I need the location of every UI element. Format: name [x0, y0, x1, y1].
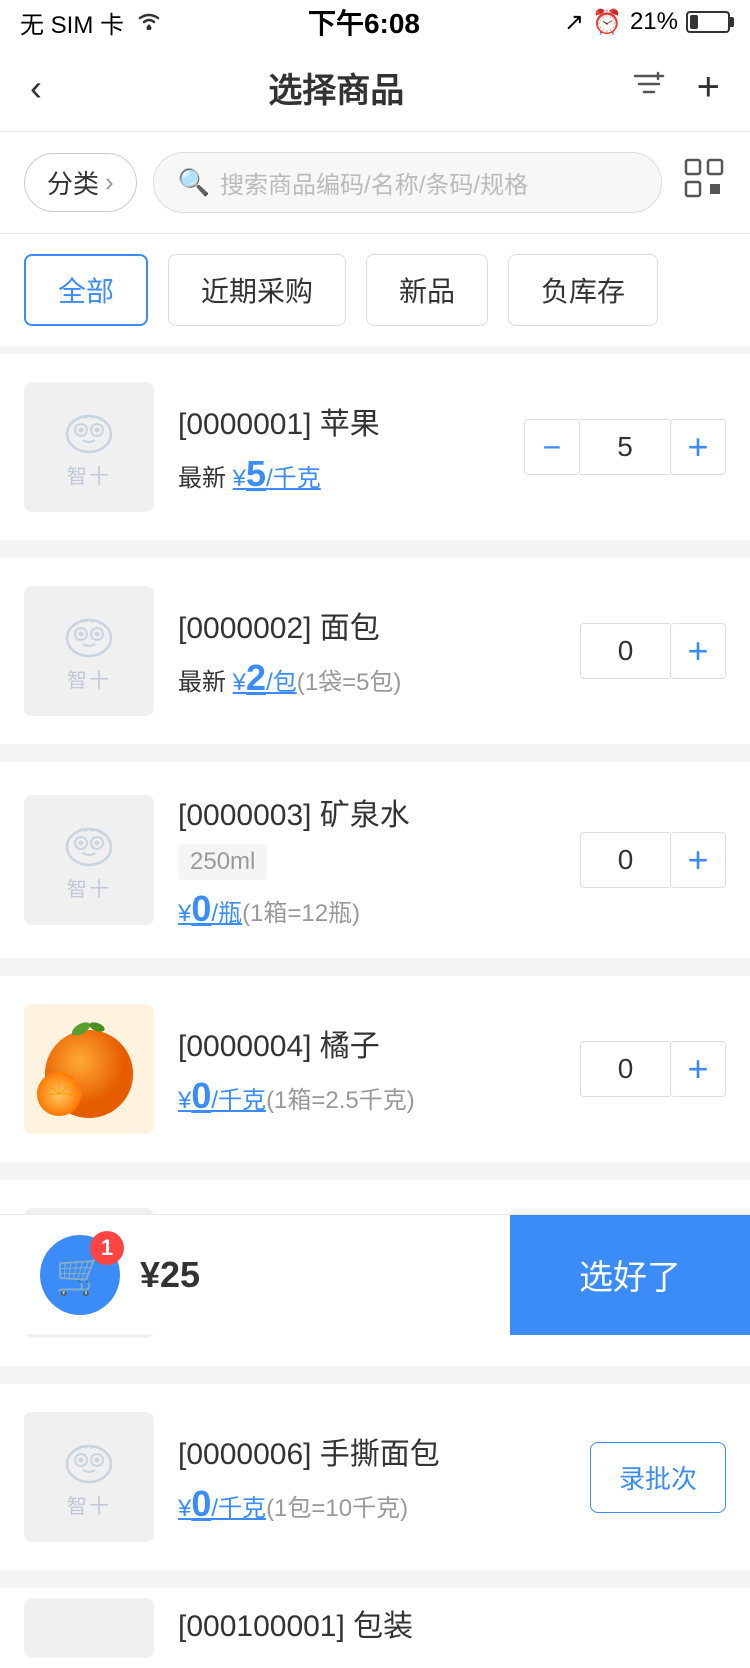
category-chevron: › [105, 167, 114, 198]
bottom-bar: 🛒 1 ¥25 选好了 [0, 1214, 750, 1334]
battery-percent: 21% [630, 8, 678, 36]
confirm-button[interactable]: 选好了 [510, 1215, 750, 1335]
qty-plus-0000001[interactable]: + [670, 419, 726, 475]
separator-6 [0, 1572, 750, 1588]
orange-image [29, 1009, 149, 1129]
product-price-0000001: 最新 ¥5/千克 [178, 453, 500, 495]
nav-bar: ‹ 选择商品 + [0, 44, 750, 132]
qty-input-0000003[interactable] [580, 832, 670, 888]
tab-recent-label: 近期采购 [201, 276, 313, 307]
qty-plus-0000003[interactable]: + [670, 832, 726, 888]
tabs-row: 全部 近期采购 新品 负库存 [0, 234, 750, 354]
qty-input-0000001[interactable] [580, 419, 670, 475]
status-bar: 无 SIM 卡 下午6:08 ↗ ⏰ 21% [0, 0, 750, 44]
wifi-icon [134, 8, 164, 37]
time-label: 下午6:08 [308, 2, 420, 42]
owl-brand-text: 智十 [67, 460, 111, 489]
qty-control-0000002: + [580, 623, 726, 679]
cart-badge: 1 [90, 1231, 124, 1265]
product-name-0000001: [0000001] 苹果 [178, 399, 500, 443]
separator-5 [0, 1368, 750, 1384]
qty-plus-0000002[interactable]: + [670, 623, 726, 679]
separator-1 [0, 542, 750, 558]
tab-new-label: 新品 [399, 276, 455, 307]
category-button[interactable]: 分类 › [24, 153, 137, 212]
qty-plus-0000004[interactable]: + [670, 1041, 726, 1097]
product-name-0000006: [0000006] 手撕面包 [178, 1429, 566, 1473]
product-info-0000006: [0000006] 手撕面包 ¥0/千克(1包=10千克) [178, 1429, 566, 1525]
category-label: 分类 [47, 164, 99, 201]
product-name-0000002: [0000002] 面包 [178, 603, 556, 647]
product-list: 智十 [0000001] 苹果 最新 ¥5/千克 − + [0, 354, 750, 1668]
qty-minus-0000001[interactable]: − [524, 419, 580, 475]
separator-3 [0, 960, 750, 976]
product-name-000100001: [000100001] 包装 [178, 1601, 726, 1645]
search-box[interactable]: 🔍 搜索商品编码/名称/条码/规格 [153, 152, 662, 213]
product-thumb-0000001: 智十 [24, 382, 154, 512]
add-button[interactable]: + [697, 65, 720, 110]
product-info-0000003: [0000003] 矿泉水 250ml ¥0/瓶(1箱=12瓶) [178, 790, 556, 930]
product-price-0000002: 最新 ¥2/包(1袋=5包) [178, 657, 556, 699]
tab-all-label: 全部 [58, 276, 114, 307]
record-batch-button-0000006[interactable]: 录批次 [590, 1442, 726, 1513]
qty-input-0000004[interactable] [580, 1041, 670, 1097]
alarm-icon: ⏰ [592, 8, 622, 37]
product-name-0000004: [0000004] 橘子 [178, 1021, 556, 1065]
status-left: 无 SIM 卡 [20, 5, 164, 40]
product-thumb-000100001 [24, 1598, 154, 1658]
cart-total: ¥25 [140, 1254, 200, 1296]
tab-new[interactable]: 新品 [366, 254, 488, 326]
product-thumb-0000002: 智十 [24, 586, 154, 716]
search-placeholder: 搜索商品编码/名称/条码/规格 [220, 165, 528, 200]
product-info-0000001: [0000001] 苹果 最新 ¥5/千克 [178, 399, 500, 495]
product-price-0000003: ¥0/瓶(1箱=12瓶) [178, 888, 556, 930]
product-item-0000006: 智十 [0000006] 手撕面包 ¥0/千克(1包=10千克) 录批次 [0, 1384, 750, 1570]
tab-negative-label: 负库存 [541, 276, 625, 307]
nav-right-buttons: + [631, 65, 720, 110]
qty-control-0000001: − + [524, 419, 726, 475]
battery-icon [686, 11, 730, 33]
carrier-label: 无 SIM 卡 [20, 5, 124, 40]
qty-control-0000003: + [580, 832, 726, 888]
product-spec-0000003: 250ml [178, 844, 267, 880]
tab-all[interactable]: 全部 [24, 254, 148, 326]
product-name-0000003: [0000003] 矿泉水 [178, 790, 556, 834]
product-price-0000006: ¥0/千克(1包=10千克) [178, 1483, 566, 1525]
product-info-0000002: [0000002] 面包 最新 ¥2/包(1袋=5包) [178, 603, 556, 699]
owl-logo-0000002: 智十 [59, 610, 119, 693]
product-thumb-0000004 [24, 1004, 154, 1134]
tab-recent[interactable]: 近期采购 [168, 254, 346, 326]
qty-control-0000004: + [580, 1041, 726, 1097]
back-button[interactable]: ‹ [30, 67, 42, 109]
filter-row: 分类 › 🔍 搜索商品编码/名称/条码/规格 [0, 132, 750, 234]
separator-4 [0, 1164, 750, 1180]
product-info-0000004: [0000004] 橘子 ¥0/千克(1箱=2.5千克) [178, 1021, 556, 1117]
owl-logo-0000001: 智十 [59, 406, 119, 489]
product-item-0000003: 智十 [0000003] 矿泉水 250ml ¥0/瓶(1箱=12瓶) + [0, 762, 750, 958]
qty-input-0000002[interactable] [580, 623, 670, 679]
owl-logo-0000003: 智十 [59, 819, 119, 902]
product-item-0000001: 智十 [0000001] 苹果 最新 ¥5/千克 − + [0, 354, 750, 540]
cart-icon-button[interactable]: 🛒 1 [40, 1235, 120, 1315]
product-item-000100001: [000100001] 包装 [0, 1588, 750, 1668]
page-title: 选择商品 [268, 63, 404, 112]
filter-icon[interactable] [631, 66, 667, 110]
scan-icon[interactable] [682, 156, 726, 210]
search-icon: 🔍 [178, 167, 210, 198]
location-icon: ↗ [564, 8, 584, 37]
separator-2 [0, 746, 750, 762]
status-right: ↗ ⏰ 21% [564, 8, 730, 37]
product-item-0000004: [0000004] 橘子 ¥0/千克(1箱=2.5千克) + [0, 976, 750, 1162]
product-info-000100001: [000100001] 包装 [178, 1601, 726, 1655]
cart-section: 🛒 1 ¥25 [0, 1235, 510, 1315]
product-thumb-0000003: 智十 [24, 795, 154, 925]
owl-logo-0000006: 智十 [59, 1436, 119, 1519]
product-thumb-0000006: 智十 [24, 1412, 154, 1542]
tab-negative[interactable]: 负库存 [508, 254, 658, 326]
product-item-0000002: 智十 [0000002] 面包 最新 ¥2/包(1袋=5包) + [0, 558, 750, 744]
product-price-0000004: ¥0/千克(1箱=2.5千克) [178, 1075, 556, 1117]
